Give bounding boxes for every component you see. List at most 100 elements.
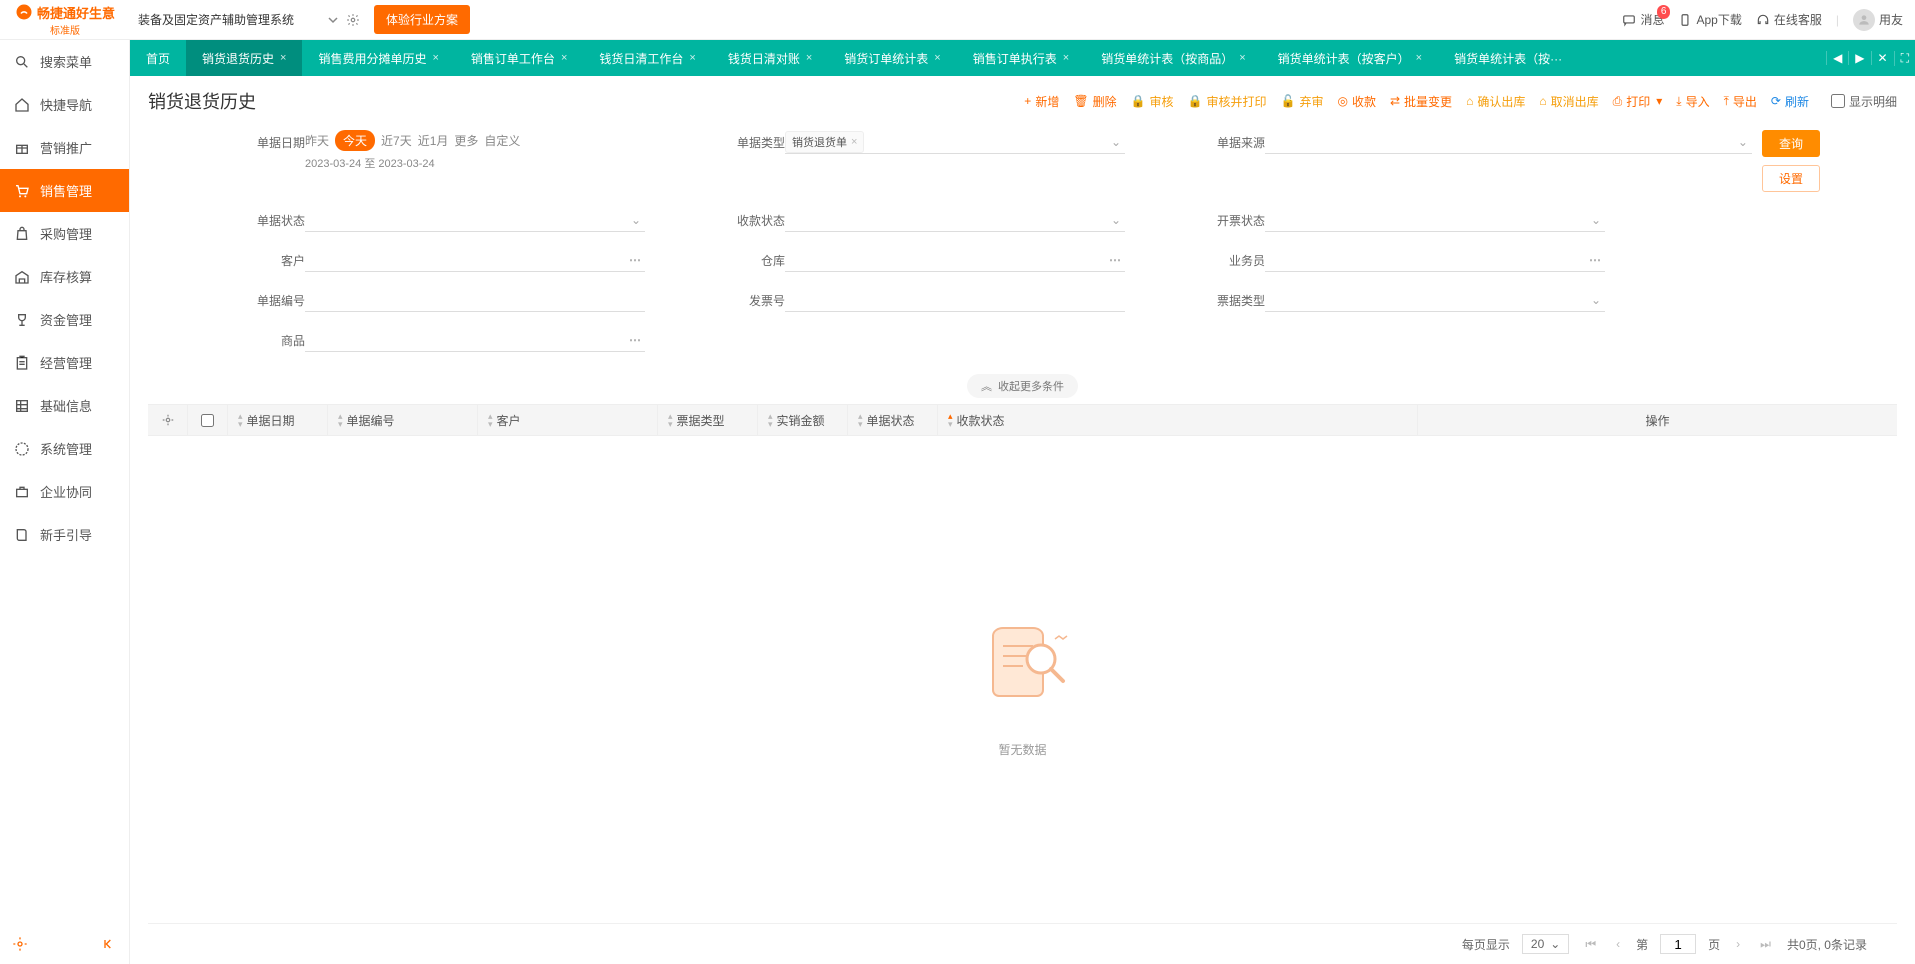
- add-button[interactable]: +新增: [1024, 93, 1059, 110]
- tab-close-all[interactable]: ✕: [1871, 51, 1894, 65]
- col-no[interactable]: ▴▾单据编号: [328, 405, 478, 435]
- invoice-status-select[interactable]: ⌄: [1265, 208, 1605, 232]
- page-input[interactable]: [1660, 934, 1696, 954]
- col-amount[interactable]: ▴▾实销金额: [758, 405, 848, 435]
- import-button[interactable]: ⤓导入: [1676, 93, 1709, 110]
- customer-input[interactable]: ⋯: [305, 248, 645, 272]
- sidebar-item-system[interactable]: 系统管理: [0, 427, 129, 470]
- tab-order-bench[interactable]: 销售订单工作台×: [455, 40, 583, 76]
- per-page-select[interactable]: 20⌄: [1522, 934, 1569, 954]
- pay-status-select[interactable]: ⌄: [785, 208, 1125, 232]
- collapse-filters-button[interactable]: ︽ 收起更多条件: [967, 374, 1078, 398]
- source-select[interactable]: ⌄: [1265, 130, 1752, 154]
- warehouse-input[interactable]: ⋯: [785, 248, 1125, 272]
- next-page-button[interactable]: ›: [1732, 937, 1744, 951]
- sidebar-item-purchase[interactable]: 采购管理: [0, 212, 129, 255]
- doc-type-select[interactable]: 销货退货单× ⌄: [785, 130, 1125, 154]
- close-icon[interactable]: ×: [1239, 52, 1245, 64]
- close-icon[interactable]: ×: [280, 52, 286, 64]
- audit-print-button[interactable]: 🔒审核并打印: [1188, 93, 1267, 110]
- close-icon[interactable]: ×: [1416, 52, 1422, 64]
- picker-icon[interactable]: ⋯: [629, 333, 641, 347]
- app-download-link[interactable]: App下载: [1678, 11, 1741, 28]
- close-icon[interactable]: ×: [1063, 52, 1069, 64]
- col-pay[interactable]: ▴▾收款状态: [938, 405, 1418, 435]
- close-icon[interactable]: ×: [934, 52, 940, 64]
- tab-stats-more[interactable]: 销货单统计表（按···: [1438, 40, 1578, 76]
- tab-order-stats[interactable]: 销货订单统计表×: [828, 40, 956, 76]
- col-status[interactable]: ▴▾单据状态: [848, 405, 938, 435]
- sidebar-item-inventory[interactable]: 库存核算: [0, 255, 129, 298]
- tag-remove-icon[interactable]: ×: [851, 136, 857, 148]
- collapse-icon[interactable]: [101, 936, 117, 952]
- sidebar-item-marketing[interactable]: 营销推广: [0, 126, 129, 169]
- service-link[interactable]: 在线客服: [1756, 11, 1822, 28]
- sidebar-item-quicknav[interactable]: 快捷导航: [0, 83, 129, 126]
- col-customer[interactable]: ▴▾客户: [478, 405, 658, 435]
- export-button[interactable]: ⤒导出: [1724, 93, 1757, 110]
- sidebar-item-guide[interactable]: 新手引导: [0, 513, 129, 556]
- sidebar-item-finance[interactable]: 资金管理: [0, 298, 129, 341]
- query-button[interactable]: 查询: [1762, 130, 1820, 157]
- date-more[interactable]: 更多: [454, 132, 478, 149]
- sidebar-item-collab[interactable]: 企业协同: [0, 470, 129, 513]
- tab-daily-recon[interactable]: 钱货日清对账×: [712, 40, 828, 76]
- confirm-out-button[interactable]: ⌂确认出库: [1466, 93, 1525, 110]
- sidebar-item-operation[interactable]: 经营管理: [0, 341, 129, 384]
- close-icon[interactable]: ×: [806, 52, 812, 64]
- fullscreen-icon[interactable]: ⛶: [1894, 51, 1915, 66]
- tab-return-history[interactable]: 销货退货历史×: [186, 40, 302, 76]
- close-icon[interactable]: ×: [432, 52, 438, 64]
- col-date[interactable]: ▴▾单据日期: [228, 405, 328, 435]
- date-1m[interactable]: 近1月: [418, 132, 449, 149]
- receipt-button[interactable]: ◎收款: [1337, 93, 1376, 110]
- sidebar-item-sales[interactable]: 销售管理: [0, 169, 129, 212]
- date-7d[interactable]: 近7天: [381, 132, 412, 149]
- tab-scroll-left[interactable]: ◀: [1826, 51, 1848, 65]
- cancel-out-button[interactable]: ⌂取消出库: [1539, 93, 1598, 110]
- select-all-checkbox[interactable]: [188, 405, 228, 435]
- tab-home[interactable]: 首页: [130, 40, 186, 76]
- picker-icon[interactable]: ⋯: [1109, 253, 1121, 267]
- last-page-button[interactable]: ⏭: [1756, 937, 1775, 952]
- batch-button[interactable]: ⇄批量变更: [1390, 93, 1452, 110]
- footer-gear-icon[interactable]: [12, 936, 28, 952]
- settings-button[interactable]: 设置: [1762, 165, 1820, 192]
- date-yesterday[interactable]: 昨天: [305, 132, 329, 149]
- discard-button[interactable]: 🔓弃审: [1281, 93, 1324, 110]
- refresh-button[interactable]: ⟳刷新: [1771, 93, 1809, 110]
- invoiceno-input[interactable]: [785, 288, 1125, 312]
- user-menu[interactable]: 用友: [1853, 9, 1903, 31]
- first-page-button[interactable]: ⏮: [1581, 937, 1600, 952]
- try-button[interactable]: 体验行业方案: [374, 5, 470, 34]
- close-icon[interactable]: ×: [561, 52, 567, 64]
- col-ticket[interactable]: ▴▾票据类型: [658, 405, 758, 435]
- tab-stats-customer[interactable]: 销货单统计表（按客户）×: [1262, 40, 1438, 76]
- print-button[interactable]: ⎙打印▾: [1613, 93, 1663, 110]
- show-detail-checkbox[interactable]: 显示明细: [1831, 93, 1897, 110]
- gear-icon[interactable]: [346, 13, 360, 27]
- audit-button[interactable]: 🔒审核: [1131, 93, 1174, 110]
- product-input[interactable]: ⋯: [305, 328, 645, 352]
- delete-button[interactable]: 🗑删除: [1073, 93, 1116, 110]
- picker-icon[interactable]: ⋯: [1589, 253, 1601, 267]
- ticket-type-select[interactable]: ⌄: [1265, 288, 1605, 312]
- table-settings[interactable]: [148, 405, 188, 435]
- tab-stats-product[interactable]: 销货单统计表（按商品）×: [1085, 40, 1261, 76]
- docno-input[interactable]: [305, 288, 645, 312]
- tab-order-exec[interactable]: 销售订单执行表×: [957, 40, 1085, 76]
- sidebar-item-search[interactable]: 搜索菜单: [0, 40, 129, 83]
- system-selector[interactable]: 装备及固定资产辅助管理系统: [130, 11, 346, 28]
- tab-scroll-right[interactable]: ▶: [1848, 51, 1870, 65]
- sales-input[interactable]: ⋯: [1265, 248, 1605, 272]
- date-today[interactable]: 今天: [335, 130, 375, 151]
- tab-expense[interactable]: 销售费用分摊单历史×: [302, 40, 454, 76]
- close-icon[interactable]: ×: [689, 52, 695, 64]
- picker-icon[interactable]: ⋯: [629, 253, 641, 267]
- prev-page-button[interactable]: ‹: [1612, 937, 1624, 951]
- date-custom[interactable]: 自定义: [484, 132, 520, 149]
- messages-link[interactable]: 消息 6: [1622, 11, 1664, 28]
- sidebar-item-basicinfo[interactable]: 基础信息: [0, 384, 129, 427]
- status-select[interactable]: ⌄: [305, 208, 645, 232]
- tab-daily-bench[interactable]: 钱货日清工作台×: [583, 40, 711, 76]
